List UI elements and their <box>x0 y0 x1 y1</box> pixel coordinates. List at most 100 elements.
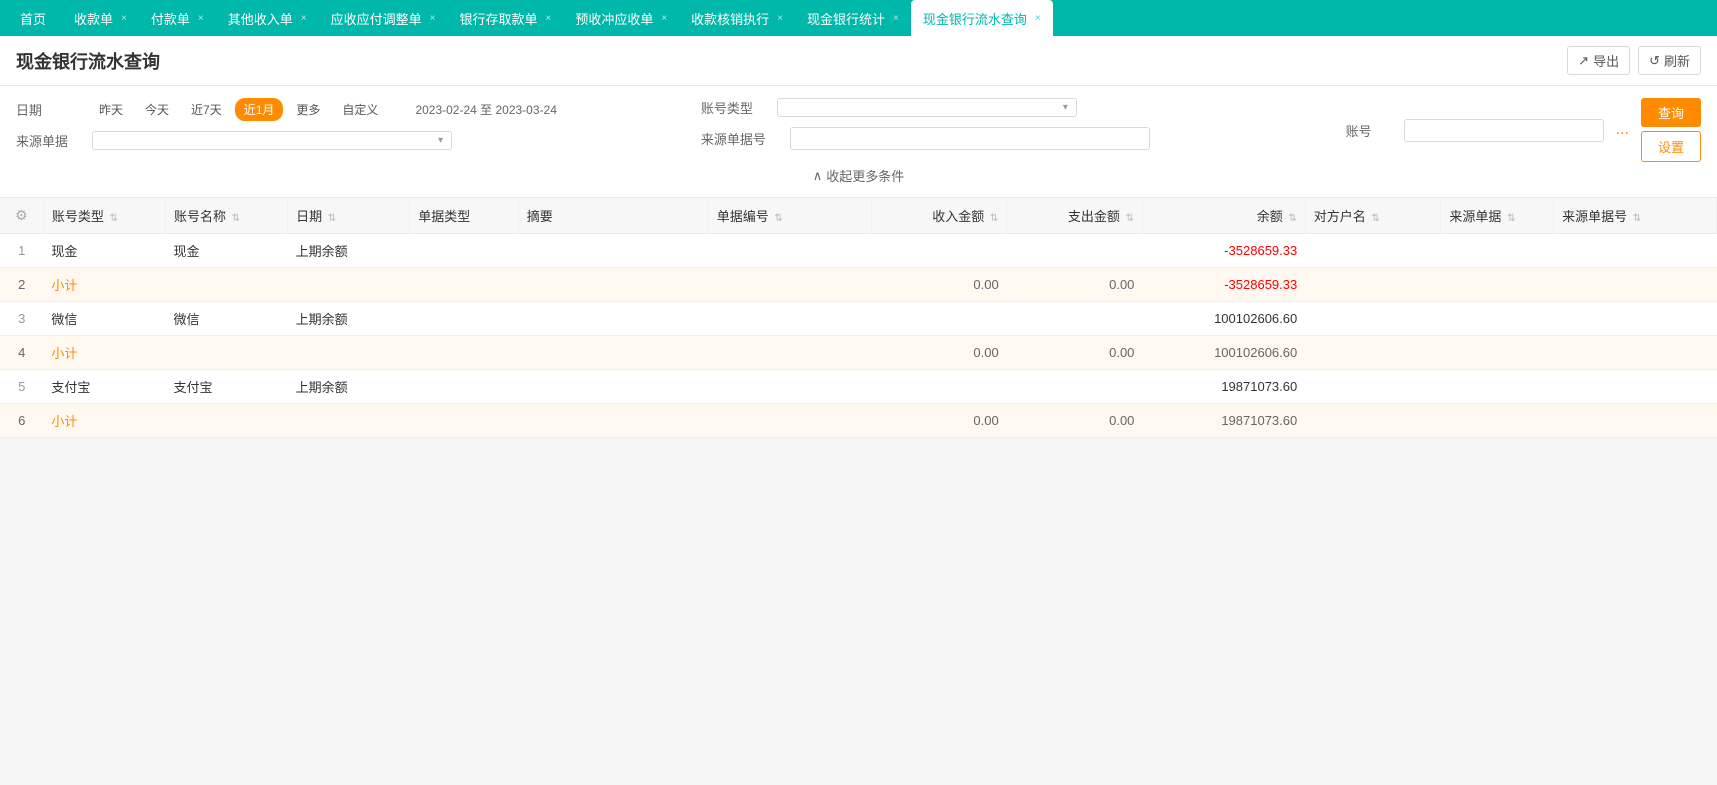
query-button[interactable]: 查询 <box>1641 98 1701 127</box>
nav-tab-3[interactable]: 应收应付调整单 × <box>319 0 448 36</box>
row-summary <box>518 370 708 404</box>
row-summary <box>518 234 708 268</box>
nav-tab-0[interactable]: 收款单 × <box>62 0 139 36</box>
row-source-doc-no <box>1554 234 1717 268</box>
row-income <box>871 370 1007 404</box>
row-source-doc-no <box>1554 336 1717 370</box>
close-icon[interactable]: × <box>777 13 783 24</box>
th-source-doc[interactable]: 来源单据 ⇅ <box>1441 198 1554 234</box>
close-icon[interactable]: × <box>121 13 127 24</box>
close-icon[interactable]: × <box>430 13 436 24</box>
nav-tab-4[interactable]: 银行存取款单 × <box>447 0 563 36</box>
th-counter-party[interactable]: 对方户名 ⇅ <box>1305 198 1441 234</box>
account-dots-button[interactable]: ... <box>1612 121 1633 139</box>
sort-icon: ⇅ <box>1126 213 1134 224</box>
row-date: 上期余额 <box>288 370 410 404</box>
nav-tab-8[interactable]: 现金银行流水查询 × <box>911 0 1053 36</box>
row-counter-party <box>1305 404 1441 438</box>
source-doc-label: 来源单据 <box>16 131 68 150</box>
row-source-doc-no <box>1554 302 1717 336</box>
nav-tab-7[interactable]: 现金银行统计 × <box>795 0 911 36</box>
row-account-type: 小计 <box>43 336 165 370</box>
date-btn-custom[interactable]: 自定义 <box>333 98 387 121</box>
table-row: 4 小计 0.00 0.00 100102606.60 <box>0 336 1717 370</box>
action-buttons: 查询 设置 <box>1641 98 1701 162</box>
row-source-doc-no <box>1554 370 1717 404</box>
nav-tab-1[interactable]: 付款单 × <box>139 0 216 36</box>
close-icon[interactable]: × <box>661 13 667 24</box>
nav-home[interactable]: 首页 <box>4 9 62 28</box>
row-counter-party <box>1305 268 1441 302</box>
row-income <box>871 234 1007 268</box>
data-table: ⚙ 账号类型 ⇅ 账号名称 ⇅ 日期 ⇅ 单据类型 摘要 单据编号 <box>0 198 1717 438</box>
close-icon[interactable]: × <box>545 13 551 24</box>
nav-tab-2[interactable]: 其他收入单 × <box>216 0 319 36</box>
row-balance: 19871073.60 <box>1142 404 1305 438</box>
account-type-label: 账号类型 <box>701 98 753 117</box>
sort-icon: ⇅ <box>1371 213 1379 224</box>
row-balance: -3528659.33 <box>1142 268 1305 302</box>
sort-icon: ⇅ <box>774 213 782 224</box>
date-btn-today[interactable]: 今天 <box>136 98 178 121</box>
collapse-bar[interactable]: ∧ 收起更多条件 <box>16 162 1701 189</box>
row-account-name: 微信 <box>166 302 288 336</box>
date-btn-1month[interactable]: 近1月 <box>235 98 284 121</box>
th-source-doc-no[interactable]: 来源单据号 ⇅ <box>1554 198 1717 234</box>
date-filter-buttons: 昨天 今天 近7天 近1月 更多 自定义 <box>90 98 387 121</box>
source-doc-select[interactable]: ▾ <box>92 131 452 150</box>
row-counter-party <box>1305 234 1441 268</box>
row-balance: 100102606.60 <box>1142 336 1305 370</box>
th-doc-no[interactable]: 单据编号 ⇅ <box>708 198 871 234</box>
th-account-type[interactable]: 账号类型 ⇅ <box>43 198 165 234</box>
account-label: 账号 <box>1346 121 1396 140</box>
close-icon[interactable]: × <box>301 13 307 24</box>
nav-tab-6[interactable]: 收款核销执行 × <box>679 0 795 36</box>
row-account-name: 支付宝 <box>166 370 288 404</box>
row-account-type: 小计 <box>43 268 165 302</box>
row-idx: 5 <box>0 370 43 404</box>
row-idx: 3 <box>0 302 43 336</box>
sort-icon: ⇅ <box>1633 213 1641 224</box>
top-nav: 首页 收款单 × 付款单 × 其他收入单 × 应收应付调整单 × 银行存取款单 … <box>0 0 1717 36</box>
nav-tab-5[interactable]: 预收冲应收单 × <box>563 0 679 36</box>
sort-icon: ⇅ <box>990 213 998 224</box>
row-idx: 6 <box>0 404 43 438</box>
refresh-button[interactable]: ↺ 刷新 <box>1638 46 1701 75</box>
settings-button[interactable]: 设置 <box>1641 131 1701 162</box>
date-btn-yesterday[interactable]: 昨天 <box>90 98 132 121</box>
row-income: 0.00 <box>871 268 1007 302</box>
row-source-doc <box>1441 268 1554 302</box>
account-input[interactable] <box>1404 119 1604 142</box>
row-date <box>288 404 410 438</box>
sort-icon: ⇅ <box>110 213 118 224</box>
sort-icon: ⇅ <box>1288 213 1296 224</box>
row-source-doc <box>1441 404 1554 438</box>
row-source-doc <box>1441 302 1554 336</box>
row-account-type: 微信 <box>43 302 165 336</box>
row-balance: 100102606.60 <box>1142 302 1305 336</box>
date-btn-more[interactable]: 更多 <box>287 98 329 121</box>
th-balance[interactable]: 余额 ⇅ <box>1142 198 1305 234</box>
row-doc-no <box>708 234 871 268</box>
th-income[interactable]: 收入金额 ⇅ <box>871 198 1007 234</box>
gear-icon[interactable]: ⚙ <box>15 207 28 223</box>
row-doc-no <box>708 370 871 404</box>
row-doc-type <box>410 302 519 336</box>
th-doc-type: 单据类型 <box>410 198 519 234</box>
close-icon[interactable]: × <box>893 13 899 24</box>
close-icon[interactable]: × <box>198 13 204 24</box>
th-date[interactable]: 日期 ⇅ <box>288 198 410 234</box>
th-expense[interactable]: 支出金额 ⇅ <box>1007 198 1143 234</box>
close-icon[interactable]: × <box>1035 13 1041 24</box>
th-account-name[interactable]: 账号名称 ⇅ <box>166 198 288 234</box>
row-doc-type <box>410 234 519 268</box>
date-btn-7days[interactable]: 近7天 <box>182 98 231 121</box>
row-income <box>871 302 1007 336</box>
row-expense: 0.00 <box>1007 404 1143 438</box>
row-account-name <box>166 404 288 438</box>
source-doc-no-input[interactable] <box>790 127 1150 150</box>
row-summary <box>518 336 708 370</box>
account-type-select[interactable]: ▾ <box>777 98 1077 117</box>
row-account-type: 支付宝 <box>43 370 165 404</box>
export-button[interactable]: ↗ 导出 <box>1567 46 1630 75</box>
